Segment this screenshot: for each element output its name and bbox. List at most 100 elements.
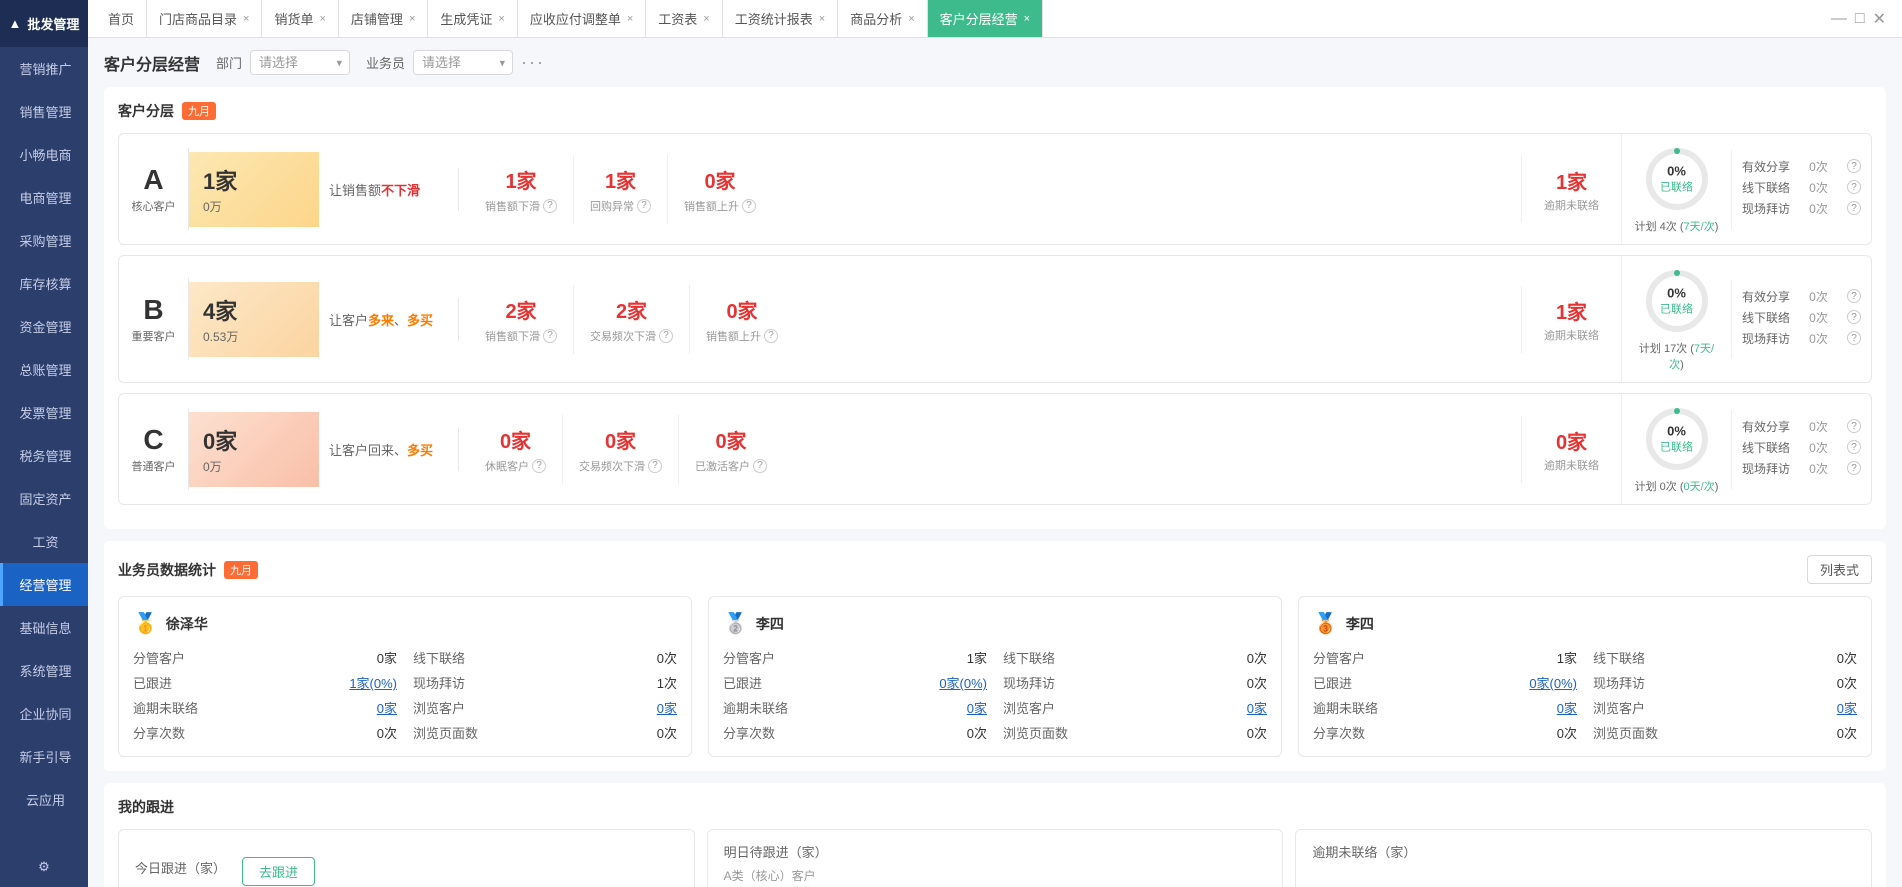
sidebar-item-xiaoshou[interactable]: 销售管理 [0, 90, 88, 133]
stat-count-C-1[interactable]: 0家 [605, 425, 636, 454]
staff-stat-val-xuzhehua-2[interactable]: 1家(0%) [349, 673, 397, 692]
sidebar-item-jingying[interactable]: 经营管理 [0, 563, 88, 606]
settings-button[interactable]: ⚙ [0, 847, 88, 887]
biz-section-header: 业务员数据统计 九月 列表式 [118, 555, 1872, 584]
overdue-count-A[interactable]: 1家 [1556, 166, 1587, 195]
tab-mendian[interactable]: 门店商品目录× [147, 0, 262, 38]
tab-close-mendianquanli[interactable]: × [409, 13, 415, 25]
staff-stat-val-lisi2-5[interactable]: 0家 [1837, 698, 1857, 717]
restore-button[interactable]: □ [1855, 10, 1865, 28]
circle-pct-C: 0% [1660, 424, 1693, 439]
sidebar-item-qiyexietong[interactable]: 企业协同 [0, 692, 88, 735]
overdue-count-C[interactable]: 0家 [1556, 426, 1587, 455]
stat-count-A-2[interactable]: 0家 [704, 165, 735, 194]
right-info-icon-A-0[interactable]: ? [1847, 159, 1861, 173]
sidebar-item-gongzi[interactable]: 工资 [0, 520, 88, 563]
right-info-icon-B-1[interactable]: ? [1847, 310, 1861, 324]
tab-close-xiaohuodandan[interactable]: × [319, 13, 325, 25]
sidebar-item-yunyingyong[interactable]: 云应用 [0, 778, 88, 821]
sidebar-item-xinshouyindao[interactable]: 新手引导 [0, 735, 88, 778]
tab-gongzitongji[interactable]: 工资统计报表× [723, 0, 838, 38]
right-info-icon-C-2[interactable]: ? [1847, 461, 1861, 475]
staff-stat-val-lisi1-2[interactable]: 0家(0%) [939, 673, 987, 692]
sidebar-item-gudingzichan[interactable]: 固定资产 [0, 477, 88, 520]
staff-stat-val-xuzhehua-4[interactable]: 0家 [377, 698, 397, 717]
tab-shangpinfenxi[interactable]: 商品分析× [838, 0, 927, 38]
stat-count-A-1[interactable]: 1家 [605, 165, 636, 194]
info-icon-C-1[interactable]: ? [648, 459, 662, 473]
stat-count-C-2[interactable]: 0家 [715, 425, 746, 454]
tab-close-yingshouyingfu[interactable]: × [627, 13, 633, 25]
staff-stat-val-xuzhehua-5[interactable]: 0家 [657, 698, 677, 717]
right-stat-val-A-1: 0次 [1809, 179, 1828, 196]
info-icon-B-2[interactable]: ? [764, 329, 778, 343]
info-icon-A-2[interactable]: ? [742, 199, 756, 213]
sidebar-item-zijin[interactable]: 资金管理 [0, 305, 88, 348]
sidebar-item-fapiao[interactable]: 发票管理 [0, 391, 88, 434]
info-icon-C-0[interactable]: ? [532, 459, 546, 473]
staff-stat-val-lisi2-4[interactable]: 0家 [1557, 698, 1577, 717]
tab-gongzibiao[interactable]: 工资表× [646, 0, 722, 38]
minimize-button[interactable]: — [1831, 10, 1847, 28]
info-icon-C-2[interactable]: ? [753, 459, 767, 473]
stat-count-C-0[interactable]: 0家 [500, 425, 531, 454]
tab-yingshouyingfu[interactable]: 应收应付调整单× [518, 0, 646, 38]
gear-icon: ⚙ [38, 859, 50, 874]
sidebar-item-shuiwu[interactable]: 税务管理 [0, 434, 88, 477]
sidebar-header[interactable]: ▲ 批发管理 [0, 0, 88, 47]
list-view-button[interactable]: 列表式 [1807, 555, 1872, 584]
right-info-icon-C-0[interactable]: ? [1847, 419, 1861, 433]
stat-count-A-0[interactable]: 1家 [505, 165, 536, 194]
right-stat-val-C-0: 0次 [1809, 418, 1828, 435]
right-info-icon-A-1[interactable]: ? [1847, 180, 1861, 194]
info-icon-A-1[interactable]: ? [637, 199, 651, 213]
tab-mendianquanli[interactable]: 店铺管理× [339, 0, 428, 38]
sidebar-item-zhangmu[interactable]: 总账管理 [0, 348, 88, 391]
tab-close-gongzibiao[interactable]: × [703, 13, 709, 25]
tab-close-shengchengpingzheng[interactable]: × [498, 13, 504, 25]
tab-close-kehufencengjingying[interactable]: × [1024, 13, 1030, 25]
sidebar-item-kucun[interactable]: 库存核算 [0, 262, 88, 305]
tab-close-shangpinfenxi[interactable]: × [908, 13, 914, 25]
right-stat-val-B-0: 0次 [1809, 288, 1828, 305]
tab-shengchengpingzheng[interactable]: 生成凭证× [428, 0, 517, 38]
sidebar-item-yingxiao[interactable]: 营销推广 [0, 47, 88, 90]
staff-select[interactable]: 请选择 [413, 50, 513, 75]
dept-select[interactable]: 请选择 [250, 50, 350, 75]
stat-count-B-0[interactable]: 2家 [505, 295, 536, 324]
go-followup-button[interactable]: 去跟进 [242, 857, 315, 886]
sidebar-item-caigou[interactable]: 采购管理 [0, 219, 88, 262]
tab-home[interactable]: 首页 [96, 0, 147, 38]
tab-xiaohuodandan[interactable]: 销货单× [262, 0, 338, 38]
tab-close-gongzitongji[interactable]: × [819, 13, 825, 25]
right-info-icon-B-0[interactable]: ? [1847, 289, 1861, 303]
tab-kehufencengjingying[interactable]: 客户分层经营× [928, 0, 1043, 38]
staff-stat-val-lisi2-2[interactable]: 0家(0%) [1529, 673, 1577, 692]
staff-stat-val-lisi1-4[interactable]: 0家 [967, 698, 987, 717]
sidebar-item-xitong[interactable]: 系统管理 [0, 649, 88, 692]
overdue-label-A: 逾期未联络 [1544, 197, 1599, 213]
info-icon-B-1[interactable]: ? [659, 329, 673, 343]
right-stat-B-0: 有效分享 0次 ? [1742, 288, 1861, 305]
followup-section: 我的跟进 今日跟进（家） 去跟进 明日待跟进（家） A类（核心）客户 B类（重要… [104, 783, 1886, 887]
close-button[interactable]: ✕ [1873, 9, 1886, 29]
biz-section-title: 业务员数据统计 [118, 560, 216, 580]
info-icon-A-0[interactable]: ? [543, 199, 557, 213]
right-info-icon-B-2[interactable]: ? [1847, 331, 1861, 345]
sidebar-item-dianshangguan[interactable]: 电商管理 [0, 176, 88, 219]
tier-stat-B-0: 2家 销售额下滑 ? [469, 285, 574, 354]
sidebar-item-jichu[interactable]: 基础信息 [0, 606, 88, 649]
tab-close-mendian[interactable]: × [243, 13, 249, 25]
right-info-icon-C-1[interactable]: ? [1847, 440, 1861, 454]
sidebar-item-xiaodiandian[interactable]: 小畅电商 [0, 133, 88, 176]
more-button[interactable]: ··· [521, 52, 545, 73]
info-icon-B-0[interactable]: ? [543, 329, 557, 343]
right-stat-A-1: 线下联络 0次 ? [1742, 179, 1861, 196]
circle-plan-A: 计划 4次 (7天/次) [1635, 218, 1719, 234]
stat-count-B-2[interactable]: 0家 [726, 295, 757, 324]
right-info-icon-A-2[interactable]: ? [1847, 201, 1861, 215]
overdue-count-B[interactable]: 1家 [1556, 296, 1587, 325]
tier-label-C: C普通客户 [119, 408, 189, 490]
stat-count-B-1[interactable]: 2家 [616, 295, 647, 324]
staff-stat-val-lisi1-5[interactable]: 0家 [1247, 698, 1267, 717]
